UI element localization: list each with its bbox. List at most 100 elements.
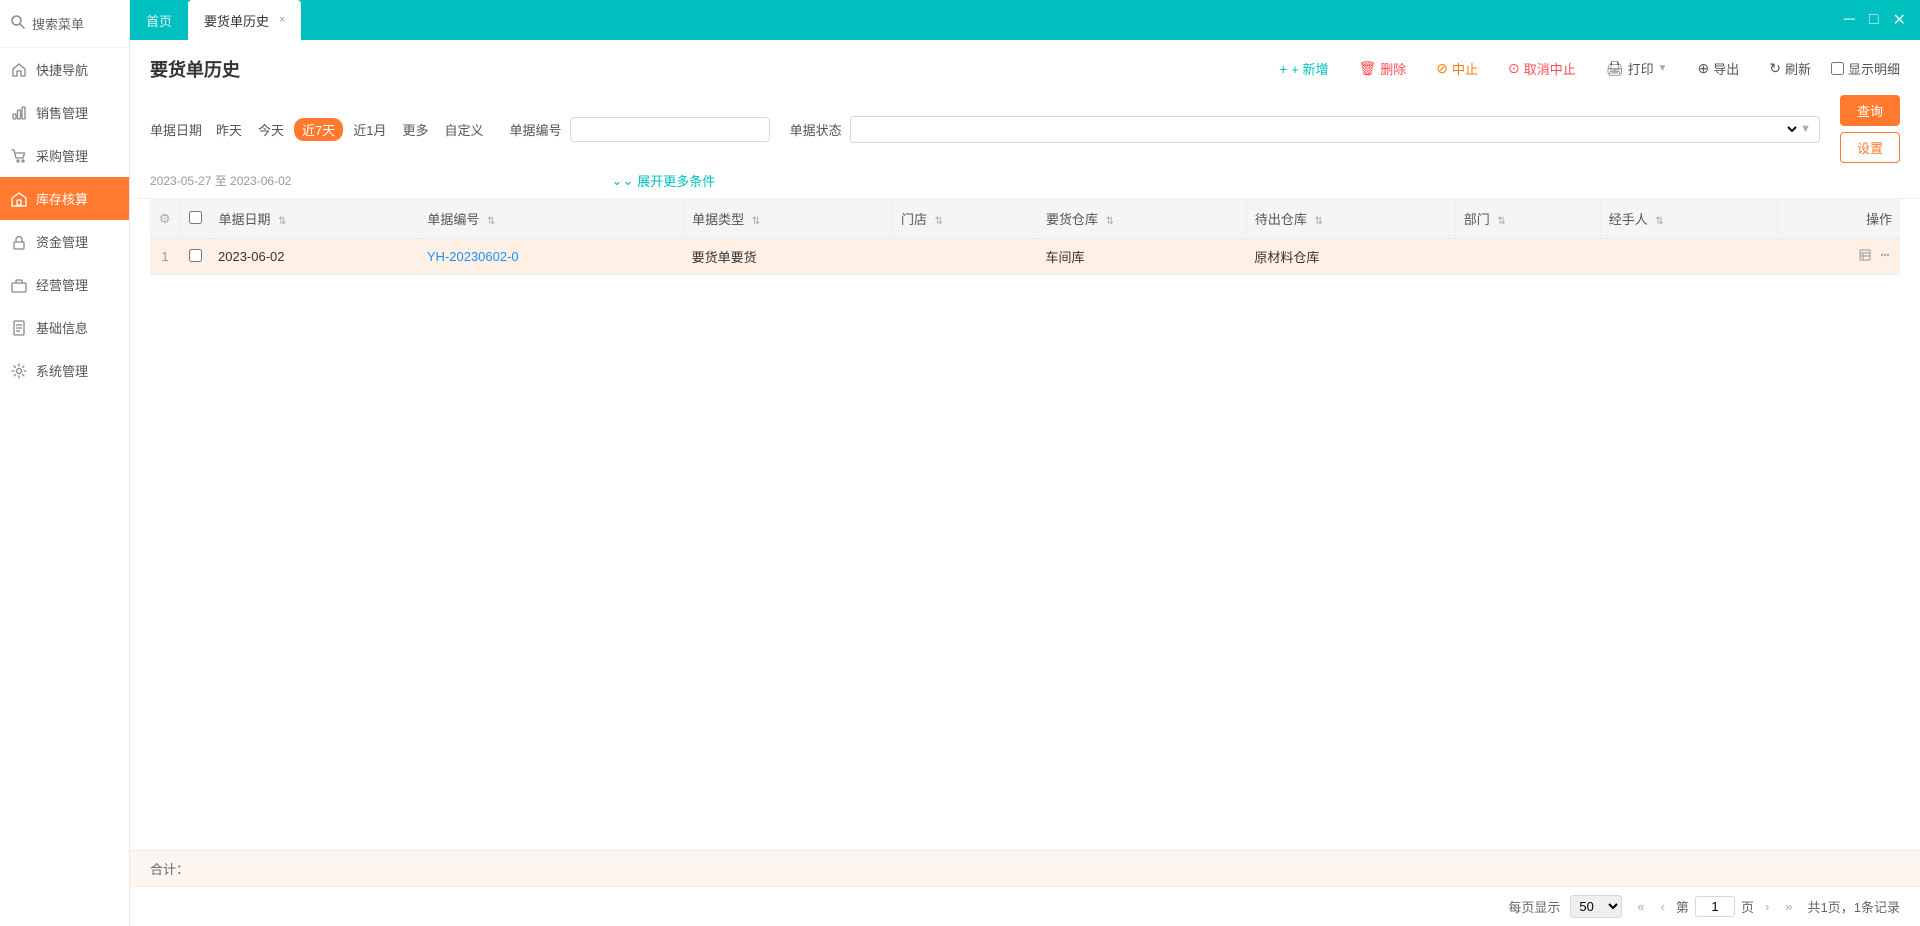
date-btn-1month[interactable]: 近1月: [347, 118, 392, 141]
home-icon: [10, 61, 28, 79]
cancel-stop-button[interactable]: ⊙ 取消中止: [1498, 54, 1586, 83]
sidebar-item-finance[interactable]: 资金管理: [0, 220, 129, 263]
table-header-row: ⚙ 单据日期 ⇅ 单据编号 ⇅: [150, 199, 1900, 239]
sort-store-icon[interactable]: ⇅: [935, 216, 943, 227]
sidebar-search[interactable]: 搜索菜单: [0, 0, 129, 48]
sort-handler-icon[interactable]: ⇅: [1655, 216, 1663, 227]
tab-purchase-history[interactable]: 要货单历史 ×: [188, 0, 301, 40]
new-button[interactable]: + + 新增: [1269, 54, 1338, 83]
settings-button[interactable]: 设置: [1840, 132, 1900, 163]
filter-actions: 查询 设置: [1840, 95, 1900, 163]
prev-page-button[interactable]: ‹: [1656, 897, 1670, 916]
display-detail-checkbox[interactable]: [1831, 62, 1844, 75]
page-header: 要货单历史 + + 新增 🗑 删除 ⊘ 中止 ⊙ 取消中止: [130, 40, 1920, 83]
row-handler: [1600, 239, 1777, 275]
tab-close-icon[interactable]: ×: [279, 14, 285, 26]
row-docno-link[interactable]: YH-20230602-0: [427, 249, 519, 264]
status-select-wrap[interactable]: ▼: [850, 116, 1820, 143]
cancel-label: 取消中止: [1524, 59, 1576, 78]
print-dropdown-icon[interactable]: ▼: [1658, 63, 1668, 74]
page-input-label: 第: [1676, 897, 1689, 916]
col-docno: 单据编号 ⇅: [419, 199, 684, 239]
row-checkbox[interactable]: [189, 249, 202, 262]
page-input[interactable]: [1695, 896, 1735, 917]
status-select[interactable]: [859, 121, 1801, 138]
sidebar-item-system[interactable]: 系统管理: [0, 349, 129, 392]
date-btn-today[interactable]: 今天: [252, 118, 290, 141]
summary-label: 合计：: [150, 859, 189, 878]
sidebar-item-label: 经营管理: [36, 275, 88, 294]
col-checkbox: [180, 199, 210, 239]
settings-icon: [10, 362, 28, 380]
sidebar-item-quick-nav[interactable]: 快捷导航: [0, 48, 129, 91]
page-nav: « ‹ 第 页 › »: [1632, 896, 1797, 917]
row-edit-icon[interactable]: [1858, 248, 1872, 265]
row-date: 2023-06-02: [210, 239, 419, 275]
expand-filter-button[interactable]: ⌄⌄ 展开更多条件: [611, 171, 715, 190]
top-bar: 首页 要货单历史 × ─ □ ✕: [130, 0, 1920, 40]
cancel-icon: ⊙: [1508, 60, 1520, 77]
row-more-icon[interactable]: [1878, 248, 1892, 265]
print-button[interactable]: 🖨 打印 ▼: [1596, 54, 1678, 83]
sort-req-warehouse-icon[interactable]: ⇅: [1106, 216, 1114, 227]
tab-purchase-history-label: 要货单历史: [204, 11, 269, 30]
page-suffix: 页: [1741, 897, 1754, 916]
row-num: 1: [150, 239, 180, 275]
total-info: 共1页，1条记录: [1808, 897, 1900, 916]
sidebar-item-purchase[interactable]: 采购管理: [0, 134, 129, 177]
next-page-button[interactable]: ›: [1760, 897, 1774, 916]
page-size-select[interactable]: 10 20 50 100: [1570, 895, 1622, 918]
lock-icon: [10, 233, 28, 251]
expand-label: 展开更多条件: [637, 171, 715, 190]
row-req-warehouse: 车间库: [1038, 239, 1247, 275]
col-doctype: 单据类型 ⇅: [684, 199, 893, 239]
page-size-label: 每页显示: [1508, 897, 1560, 916]
briefcase-icon: [10, 276, 28, 294]
stop-button[interactable]: ⊘ 中止: [1426, 54, 1488, 83]
sidebar-item-operations[interactable]: 经营管理: [0, 263, 129, 306]
chart-icon: [10, 104, 28, 122]
docno-input[interactable]: [570, 117, 770, 142]
date-btn-7days[interactable]: 近7天: [294, 118, 343, 141]
date-range-display: 2023-05-27 至 2023-06-02: [150, 172, 291, 189]
date-btn-custom[interactable]: 自定义: [439, 118, 490, 141]
maximize-icon[interactable]: □: [1865, 7, 1883, 33]
sort-docno-icon[interactable]: ⇅: [487, 216, 495, 227]
refresh-button[interactable]: ↻ 刷新: [1759, 54, 1821, 83]
last-page-button[interactable]: »: [1780, 897, 1797, 916]
col-action: 操作: [1777, 199, 1900, 239]
status-filter-label: 单据状态: [790, 120, 842, 139]
stop-label: 中止: [1452, 59, 1478, 78]
date-filter-label: 单据日期: [150, 120, 202, 139]
select-all-checkbox[interactable]: [189, 211, 202, 224]
sort-department-icon[interactable]: ⇅: [1497, 216, 1505, 227]
row-doctype: 要货单要货: [684, 239, 893, 275]
toolbar: + + 新增 🗑 删除 ⊘ 中止 ⊙ 取消中止 🖨 打印: [1269, 54, 1900, 83]
col-settings[interactable]: ⚙: [150, 199, 180, 239]
sidebar-item-label: 系统管理: [36, 361, 88, 380]
sort-date-icon[interactable]: ⇅: [278, 216, 286, 227]
first-page-button[interactable]: «: [1632, 897, 1649, 916]
export-button[interactable]: ⊕ 导出: [1687, 54, 1749, 83]
sidebar-item-base-info[interactable]: 基础信息: [0, 306, 129, 349]
row-checkbox-cell: [180, 239, 210, 275]
sidebar-item-label: 资金管理: [36, 232, 88, 251]
filter-docno-group: 单据编号: [510, 117, 770, 142]
sort-pending-warehouse-icon[interactable]: ⇅: [1315, 216, 1323, 227]
filter-status-group: 单据状态 ▼: [790, 116, 1820, 143]
sidebar-item-sales[interactable]: 销售管理: [0, 91, 129, 134]
delete-button[interactable]: 🗑 删除: [1348, 54, 1416, 83]
date-btn-more[interactable]: 更多: [397, 118, 435, 141]
display-detail-toggle[interactable]: 显示明细: [1831, 59, 1900, 78]
docno-filter-label: 单据编号: [510, 120, 562, 139]
column-settings-icon[interactable]: ⚙: [159, 211, 171, 226]
search-icon: [10, 14, 26, 33]
sidebar-item-inventory[interactable]: 库存核算: [0, 177, 129, 220]
date-btn-yesterday[interactable]: 昨天: [210, 118, 248, 141]
query-button[interactable]: 查询: [1840, 95, 1900, 126]
close-icon[interactable]: ✕: [1889, 6, 1910, 34]
sort-doctype-icon[interactable]: ⇅: [752, 216, 760, 227]
minimize-icon[interactable]: ─: [1840, 7, 1859, 33]
tab-home[interactable]: 首页: [130, 0, 188, 40]
col-req-warehouse: 要货仓库 ⇅: [1038, 199, 1247, 239]
